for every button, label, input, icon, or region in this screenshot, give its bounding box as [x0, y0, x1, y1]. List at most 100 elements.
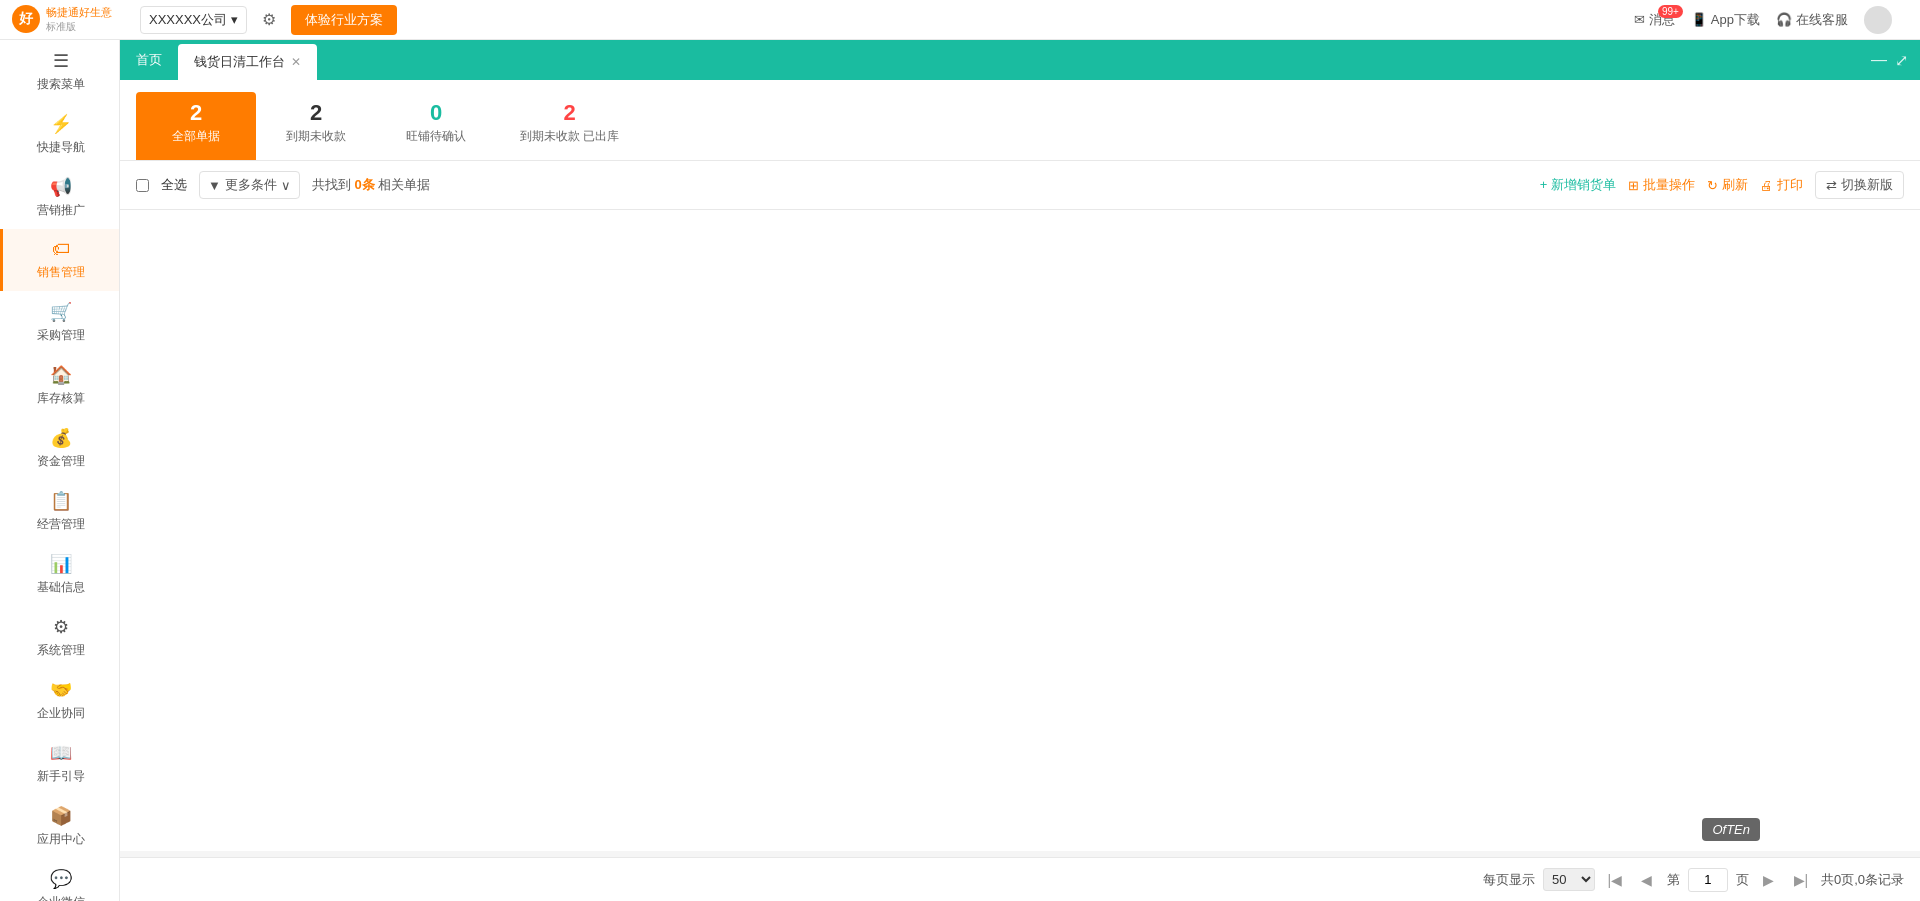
page-size-select[interactable]: 50 20 100 [1543, 868, 1595, 891]
sidebar-item-sales[interactable]: 🏷 销售管理 [0, 229, 119, 291]
sidebar-item-label-purchase: 采购管理 [37, 327, 85, 344]
stat-tab-overdue[interactable]: 2 到期未收款 [256, 92, 376, 160]
print-icon: 🖨 [1760, 178, 1773, 193]
print-button[interactable]: 🖨 打印 [1760, 176, 1803, 194]
sidebar-item-system[interactable]: ⚙ 系统管理 [0, 606, 119, 669]
page-label: 第 [1667, 871, 1680, 889]
marketing-icon: 📢 [50, 176, 72, 198]
stats-tabs: 2 全部单据 2 到期未收款 0 旺铺待确认 2 到期未收款 已出库 [120, 80, 1920, 161]
filter-icon: ▼ [208, 178, 221, 193]
stat-tab-unshipped[interactable]: 2 到期未收款 已出库 [496, 92, 643, 160]
headset-icon: 🎧 [1776, 12, 1792, 27]
stat-num-unshipped: 2 [564, 100, 576, 126]
sidebar-item-quick-nav[interactable]: ⚡ 快捷导航 [0, 103, 119, 166]
refresh-label: 刷新 [1722, 176, 1748, 194]
top-bar-right: ✉ 消息 99+ 📱 App下载 🎧 在线客服 [1634, 6, 1908, 34]
sidebar-item-purchase[interactable]: 🛒 采购管理 [0, 291, 119, 354]
sidebar-item-cooperation[interactable]: 🤝 企业协同 [0, 669, 119, 732]
total-info: 共0页,0条记录 [1821, 871, 1904, 889]
found-prefix: 共找到 [312, 177, 351, 192]
pagination: 每页显示 50 20 100 |◀ ◀ 第 页 ▶ ▶| 共0页,0条记录 [120, 857, 1920, 901]
switch-label: 切换新版 [1841, 176, 1893, 194]
sidebar-item-label-search: 搜索菜单 [37, 76, 85, 93]
stat-tab-pending[interactable]: 0 旺铺待确认 [376, 92, 496, 160]
tab-maximize-icon[interactable]: ⤢ [1895, 51, 1908, 70]
found-count: 0条 [355, 177, 375, 192]
stat-tab-all[interactable]: 2 全部单据 [136, 92, 256, 160]
filter-label: 更多条件 [225, 176, 277, 194]
toolbar: 全选 ▼ 更多条件 ∨ 共找到 0条 相关单据 + 新增销货单 ⊞ 批量操作 ↻… [120, 161, 1920, 210]
top-bar: 好 畅捷通好生意 标准版 XXXXXX公司 ▾ ⚙ 体验行业方案 ✉ 消息 99… [0, 0, 1920, 40]
messages-button[interactable]: ✉ 消息 99+ [1634, 11, 1675, 29]
switch-icon: ⇄ [1826, 178, 1837, 193]
sidebar-item-guide[interactable]: 📖 新手引导 [0, 732, 119, 795]
sidebar-item-finance[interactable]: 💰 资金管理 [0, 417, 119, 480]
batch-operation-button[interactable]: ⊞ 批量操作 [1628, 176, 1695, 194]
online-service-button[interactable]: 🎧 在线客服 [1776, 11, 1848, 29]
next-page-button[interactable]: ▶ [1757, 868, 1781, 892]
sidebar-item-label-system: 系统管理 [37, 642, 85, 659]
chevron-icon: ∨ [281, 178, 291, 193]
top-bar-left: 好 畅捷通好生意 标准版 XXXXXX公司 ▾ ⚙ 体验行业方案 [12, 5, 397, 35]
workbench-tab-label: 钱货日清工作台 [194, 53, 285, 71]
select-all-label: 全选 [161, 176, 187, 194]
avatar[interactable] [1864, 6, 1892, 34]
settings-button[interactable]: ⚙ [255, 6, 283, 34]
company-selector[interactable]: XXXXXX公司 ▾ [140, 6, 247, 34]
sidebar-item-label-app: 应用中心 [37, 831, 85, 848]
sales-icon: 🏷 [52, 239, 70, 260]
stat-num-pending: 0 [430, 100, 442, 126]
sidebar-item-operations[interactable]: 📋 经营管理 [0, 480, 119, 543]
page-input[interactable] [1688, 868, 1728, 892]
stat-label-all: 全部单据 [172, 128, 220, 145]
tab-home[interactable]: 首页 [120, 40, 178, 80]
sidebar-item-label-finance: 资金管理 [37, 453, 85, 470]
gear-icon: ⚙ [262, 10, 276, 29]
found-suffix: 相关单据 [378, 177, 430, 192]
quick-nav-icon: ⚡ [50, 113, 72, 135]
batch-label: 批量操作 [1643, 176, 1695, 194]
table-area [120, 210, 1920, 851]
first-page-button[interactable]: |◀ [1603, 868, 1627, 892]
switch-version-button[interactable]: ⇄ 切换新版 [1815, 171, 1904, 199]
page-size-label: 每页显示 [1483, 871, 1535, 889]
sidebar-item-label-sales: 销售管理 [37, 264, 85, 281]
tab-workbench[interactable]: 钱货日清工作台 ✕ [178, 44, 317, 80]
sidebar-item-enterprise-wechat[interactable]: 💬 企业微信 [0, 858, 119, 901]
sidebar-item-label-quick: 快捷导航 [37, 139, 85, 156]
sidebar-item-app-center[interactable]: 📦 应用中心 [0, 795, 119, 858]
stat-num-all: 2 [190, 100, 202, 126]
tab-bar-actions: — ⤢ [1871, 51, 1920, 70]
sidebar-item-label-operations: 经营管理 [37, 516, 85, 533]
logo-info: 畅捷通好生意 标准版 [46, 5, 112, 33]
operations-icon: 📋 [50, 490, 72, 512]
add-sales-order-button[interactable]: + 新增销货单 [1540, 176, 1616, 194]
sidebar-item-inventory[interactable]: 🏠 库存核算 [0, 354, 119, 417]
sidebar-item-label-guide: 新手引导 [37, 768, 85, 785]
main-content: 2 全部单据 2 到期未收款 0 旺铺待确认 2 到期未收款 已出库 全选 ▼ … [120, 80, 1920, 901]
tab-minimize-icon[interactable]: — [1871, 51, 1887, 69]
prev-page-button[interactable]: ◀ [1635, 868, 1659, 892]
logo-area: 好 畅捷通好生意 标准版 [12, 5, 132, 33]
refresh-button[interactable]: ↻ 刷新 [1707, 176, 1748, 194]
company-name: XXXXXX公司 [149, 11, 227, 29]
sidebar-item-label-wechat: 企业微信 [37, 894, 85, 901]
sidebar-item-marketing[interactable]: 📢 营销推广 [0, 166, 119, 229]
toolbar-right: + 新增销货单 ⊞ 批量操作 ↻ 刷新 🖨 打印 ⇄ 切换新版 [1540, 171, 1904, 199]
trial-button[interactable]: 体验行业方案 [291, 5, 397, 35]
basic-info-icon: 📊 [50, 553, 72, 575]
sidebar-item-basic-info[interactable]: 📊 基础信息 [0, 543, 119, 606]
home-tab-label: 首页 [136, 51, 162, 69]
system-icon: ⚙ [53, 616, 69, 638]
filter-button[interactable]: ▼ 更多条件 ∨ [199, 171, 300, 199]
last-page-button[interactable]: ▶| [1789, 868, 1813, 892]
sidebar-item-search-menu[interactable]: ☰ 搜索菜单 [0, 40, 119, 103]
phone-icon: 📱 [1691, 12, 1707, 27]
select-all-checkbox[interactable] [136, 179, 149, 192]
stat-label-unshipped: 到期未收款 已出库 [520, 128, 619, 145]
app-download-button[interactable]: 📱 App下载 [1691, 11, 1760, 29]
tab-close-icon[interactable]: ✕ [291, 55, 301, 69]
messages-badge: 99+ [1658, 5, 1683, 18]
search-menu-icon: ☰ [53, 50, 69, 72]
message-icon: ✉ [1634, 12, 1645, 27]
